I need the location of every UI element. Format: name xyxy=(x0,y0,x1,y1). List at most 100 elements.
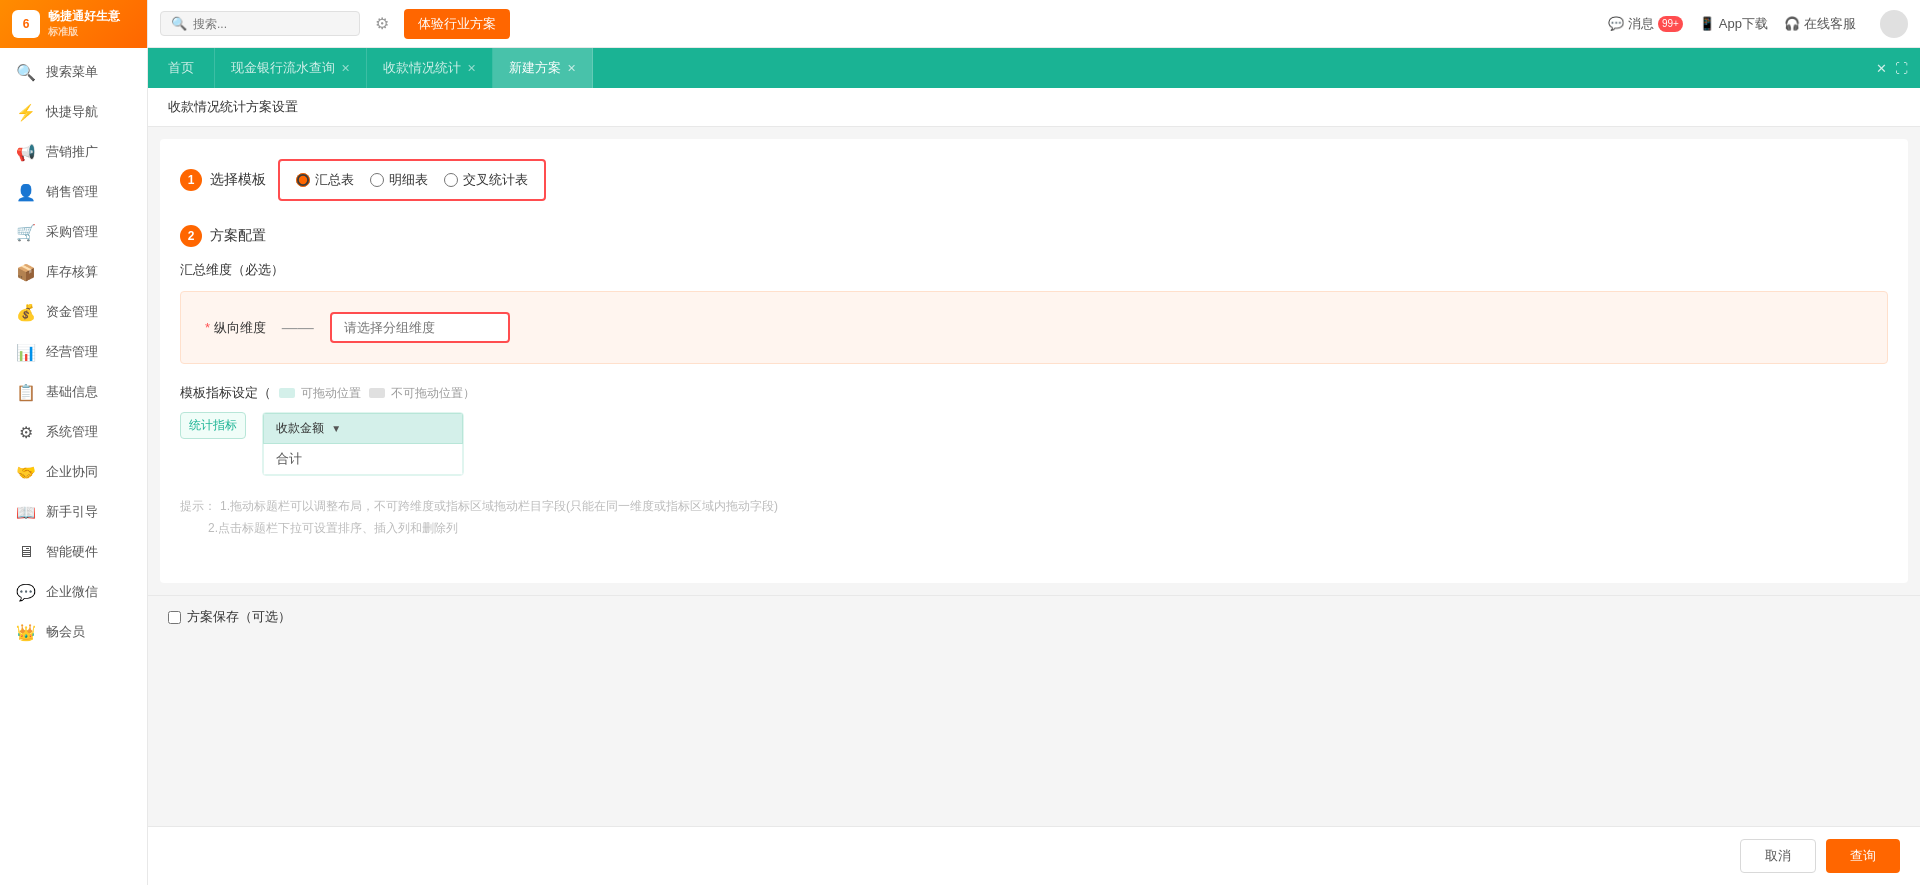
metrics-header: 模板指标设定（ 可拖动位置 不可拖动位置） xyxy=(180,384,1888,402)
online-service-btn[interactable]: 🎧 在线客服 xyxy=(1784,15,1856,33)
bottom-actions: 取消 查询 xyxy=(148,826,1920,885)
tab-receipt-stats-close[interactable]: ✕ xyxy=(467,62,476,75)
tip-text-1: 1.拖动标题栏可以调整布局，不可跨维度或指标区域拖动栏目字段(只能在同一维度或指… xyxy=(220,496,778,518)
dimension-row: * 纵向维度 —— xyxy=(205,312,1863,343)
sidebar-item-11[interactable]: 📖 新手引导 xyxy=(0,492,147,532)
logo-text-block: 畅捷通好生意 标准版 xyxy=(48,9,120,39)
close-window-icon[interactable]: ✕ xyxy=(1876,61,1887,76)
topbar-search-box[interactable]: 🔍 xyxy=(160,11,360,36)
sidebar-icon-7: 📊 xyxy=(16,342,36,362)
tip-text-2: 2.点击标题栏下拉可设置排序、插入列和删除列 xyxy=(208,518,458,540)
user-avatar[interactable] xyxy=(1880,10,1908,38)
sidebar-label-1: 快捷导航 xyxy=(46,103,98,121)
non-draggable-label: 不可拖动位置） xyxy=(391,385,475,402)
sidebar-item-6[interactable]: 💰 资金管理 xyxy=(0,292,147,332)
sidebar-label-10: 企业协同 xyxy=(46,463,98,481)
sidebar-item-3[interactable]: 👤 销售管理 xyxy=(0,172,147,212)
maximize-icon[interactable]: ⛶ xyxy=(1895,61,1908,76)
tab-receipt-stats[interactable]: 收款情况统计 ✕ xyxy=(367,48,493,88)
step2-num: 2 xyxy=(180,225,202,247)
sidebar-item-14[interactable]: 👑 畅会员 xyxy=(0,612,147,652)
message-badge: 99+ xyxy=(1658,16,1683,32)
radio-detail[interactable]: 明细表 xyxy=(370,171,428,189)
sidebar-item-1[interactable]: ⚡ 快捷导航 xyxy=(0,92,147,132)
sidebar-label-9: 系统管理 xyxy=(46,423,98,441)
sidebar-icon-12: 🖥 xyxy=(16,542,36,562)
app-download-btn[interactable]: 📱 App下载 xyxy=(1699,15,1768,33)
template-select-box: 汇总表 明细表 交叉统计表 xyxy=(278,159,546,201)
table-row: 合计 xyxy=(264,444,463,475)
sidebar-icon-13: 💬 xyxy=(16,582,36,602)
save-checkbox[interactable] xyxy=(168,611,181,624)
step1-title: 选择模板 xyxy=(210,171,266,189)
radio-summary-input[interactable] xyxy=(296,173,310,187)
metrics-table: 收款金额 ▼ 合计 xyxy=(263,413,463,475)
main-area: 🔍 ⚙ 体验行业方案 💬 消息 99+ 📱 App下载 🎧 在线客服 首页 xyxy=(148,0,1920,885)
sidebar-item-8[interactable]: 📋 基础信息 xyxy=(0,372,147,412)
message-icon: 💬 xyxy=(1608,16,1624,31)
app-download-icon: 📱 xyxy=(1699,16,1715,31)
radio-cross-input[interactable] xyxy=(444,173,458,187)
radio-cross-label: 交叉统计表 xyxy=(463,171,528,189)
sidebar-label-13: 企业微信 xyxy=(46,583,98,601)
tab-new-plan[interactable]: 新建方案 ✕ xyxy=(493,48,593,88)
tab-new-plan-close[interactable]: ✕ xyxy=(567,62,576,75)
save-option-label: 方案保存（可选） xyxy=(187,608,291,626)
metrics-total-cell: 合计 xyxy=(264,444,463,475)
sidebar-icon-10: 🤝 xyxy=(16,462,36,482)
sidebar-item-7[interactable]: 📊 经营管理 xyxy=(0,332,147,372)
sidebar-label-11: 新手引导 xyxy=(46,503,98,521)
step2-header: 2 方案配置 xyxy=(180,225,1888,247)
cancel-button[interactable]: 取消 xyxy=(1740,839,1816,873)
sidebar-item-10[interactable]: 🤝 企业协同 xyxy=(0,452,147,492)
sidebar-item-12[interactable]: 🖥 智能硬件 xyxy=(0,532,147,572)
non-draggable-color-block xyxy=(369,388,385,398)
sidebar-label-5: 库存核算 xyxy=(46,263,98,281)
sidebar-label-12: 智能硬件 xyxy=(46,543,98,561)
sidebar-label-2: 营销推广 xyxy=(46,143,98,161)
metrics-col-dropdown[interactable]: ▼ xyxy=(331,423,341,434)
tip-line-1: 提示： 1.拖动标题栏可以调整布局，不可跨维度或指标区域拖动栏目字段(只能在同一… xyxy=(180,496,1888,518)
radio-cross[interactable]: 交叉统计表 xyxy=(444,171,528,189)
radio-summary[interactable]: 汇总表 xyxy=(296,171,354,189)
dimension-config: 汇总维度（必选） * 纵向维度 —— xyxy=(180,261,1888,364)
dimension-input[interactable] xyxy=(330,312,510,343)
tips-section: 提示： 1.拖动标题栏可以调整布局，不可跨维度或指标区域拖动栏目字段(只能在同一… xyxy=(180,496,1888,539)
sidebar-icon-5: 📦 xyxy=(16,262,36,282)
headset-icon: 🎧 xyxy=(1784,16,1800,31)
message-label: 消息 xyxy=(1628,15,1654,33)
tab-cash-flow-close[interactable]: ✕ xyxy=(341,62,350,75)
query-button[interactable]: 查询 xyxy=(1826,839,1900,873)
tabbar: 首页 现金银行流水查询 ✕ 收款情况统计 ✕ 新建方案 ✕ ✕ ⛶ xyxy=(148,48,1920,88)
step1-num: 1 xyxy=(180,169,202,191)
draggable-label: 可拖动位置 xyxy=(301,385,361,402)
form-container: 1 选择模板 汇总表 明细表 交叉统计表 xyxy=(160,139,1908,583)
settings-icon[interactable]: ⚙ xyxy=(368,10,396,38)
sidebar-item-5[interactable]: 📦 库存核算 xyxy=(0,252,147,292)
sidebar-item-4[interactable]: 🛒 采购管理 xyxy=(0,212,147,252)
sidebar-item-0[interactable]: 🔍 搜索菜单 xyxy=(0,52,147,92)
tab-new-plan-label: 新建方案 xyxy=(509,59,561,77)
tab-cash-flow[interactable]: 现金银行流水查询 ✕ xyxy=(215,48,367,88)
sidebar-item-2[interactable]: 📢 营销推广 xyxy=(0,132,147,172)
step1-header: 1 选择模板 汇总表 明细表 交叉统计表 xyxy=(180,159,1888,201)
dimension-area: * 纵向维度 —— xyxy=(180,291,1888,364)
dimension-section-title: 汇总维度（必选） xyxy=(180,261,1888,279)
sidebar-label-8: 基础信息 xyxy=(46,383,98,401)
tab-home[interactable]: 首页 xyxy=(148,48,215,88)
sidebar-icon-11: 📖 xyxy=(16,502,36,522)
radio-detail-input[interactable] xyxy=(370,173,384,187)
metrics-table-container: 收款金额 ▼ 合计 xyxy=(262,412,464,476)
sidebar-item-13[interactable]: 💬 企业微信 xyxy=(0,572,147,612)
sidebar-icon-4: 🛒 xyxy=(16,222,36,242)
industry-btn[interactable]: 体验行业方案 xyxy=(404,9,510,39)
sidebar-label-7: 经营管理 xyxy=(46,343,98,361)
legend-draggable-item: 可拖动位置 xyxy=(279,385,361,402)
page-title: 收款情况统计方案设置 xyxy=(168,99,298,114)
search-input[interactable] xyxy=(193,17,343,31)
sidebar-icon-2: 📢 xyxy=(16,142,36,162)
tip-prefix: 提示： xyxy=(180,496,216,518)
legend-non-draggable-item: 不可拖动位置） xyxy=(369,385,475,402)
message-btn[interactable]: 💬 消息 99+ xyxy=(1608,15,1683,33)
sidebar-item-9[interactable]: ⚙ 系统管理 xyxy=(0,412,147,452)
